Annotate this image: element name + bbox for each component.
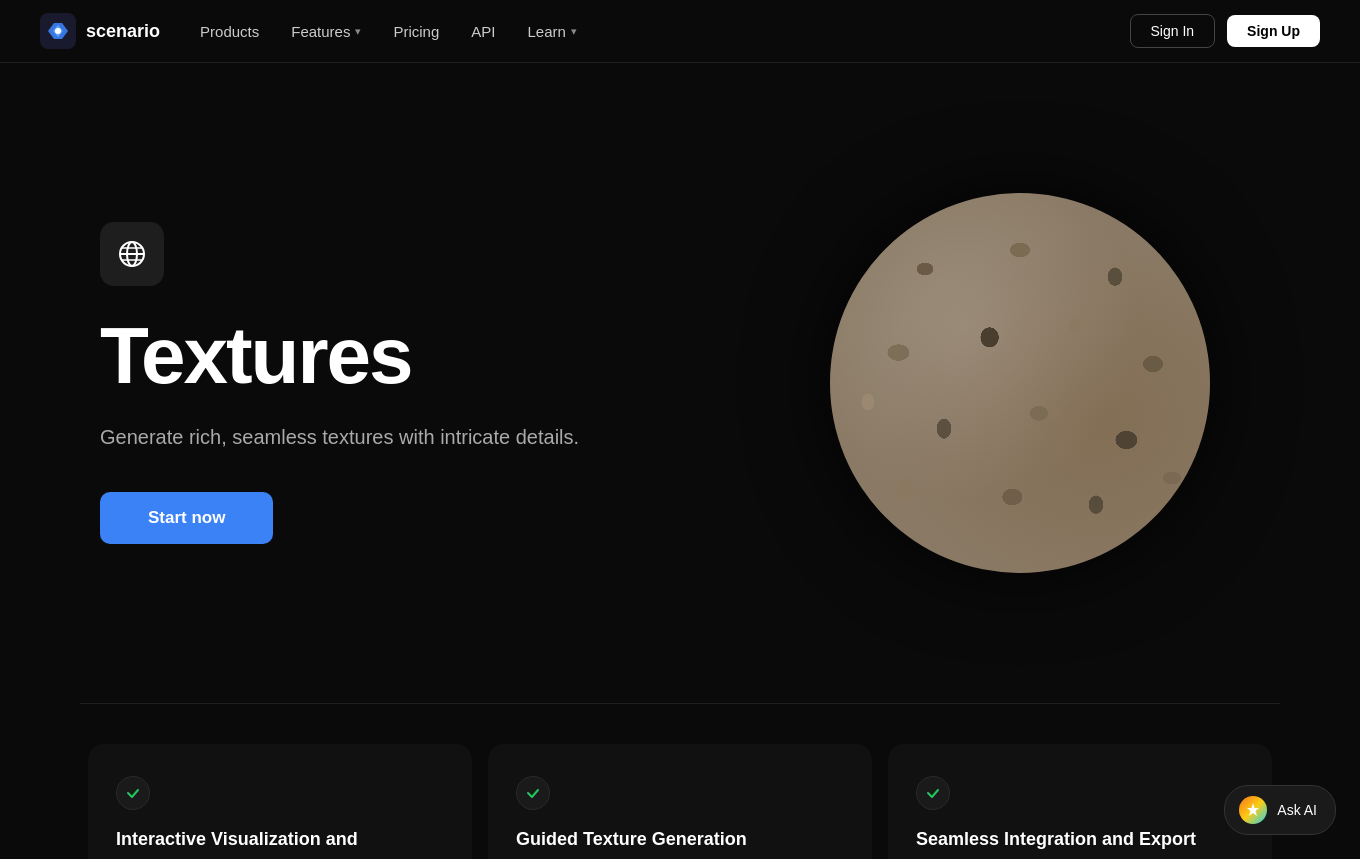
nav-api[interactable]: API <box>471 23 495 40</box>
svg-point-1 <box>55 28 61 34</box>
navbar: scenario Products Features ▾ Pricing API… <box>0 0 1360 63</box>
feature-title-3: Seamless Integration and Export <box>916 828 1244 851</box>
hero-right <box>780 143 1260 623</box>
globe-icon <box>116 238 148 270</box>
check-icon-3 <box>925 785 941 801</box>
feature-title-1: Interactive Visualization and <box>116 828 444 851</box>
check-badge-3 <box>916 776 950 810</box>
start-now-button[interactable]: Start now <box>100 492 273 544</box>
ask-ai-label: Ask AI <box>1277 802 1317 818</box>
hero-title: Textures <box>100 314 579 398</box>
feature-card-1: Interactive Visualization and <box>88 744 472 859</box>
features-row: Interactive Visualization and Guided Tex… <box>0 704 1360 859</box>
nav-left: scenario Products Features ▾ Pricing API… <box>40 13 577 49</box>
nav-features[interactable]: Features ▾ <box>291 23 361 40</box>
features-chevron-icon: ▾ <box>355 25 361 38</box>
texture-sphere <box>830 193 1210 573</box>
check-badge-1 <box>116 776 150 810</box>
check-icon-1 <box>125 785 141 801</box>
brand-name: scenario <box>86 21 160 42</box>
nav-pricing[interactable]: Pricing <box>393 23 439 40</box>
sphere-texture-visual <box>830 193 1210 573</box>
nav-learn[interactable]: Learn ▾ <box>528 23 577 40</box>
nav-right: Sign In Sign Up <box>1130 14 1320 48</box>
ask-ai-icon <box>1239 796 1267 824</box>
scenario-logo-icon <box>40 13 76 49</box>
feature-card-3: Seamless Integration and Export <box>888 744 1272 859</box>
nav-products[interactable]: Products <box>200 23 259 40</box>
check-badge-2 <box>516 776 550 810</box>
sign-up-button[interactable]: Sign Up <box>1227 15 1320 47</box>
hero-left: Textures Generate rich, seamless texture… <box>100 222 579 544</box>
check-icon-2 <box>525 785 541 801</box>
hero-section: Textures Generate rich, seamless texture… <box>0 63 1360 703</box>
ai-sparkle-icon <box>1244 801 1262 819</box>
ask-ai-button[interactable]: Ask AI <box>1224 785 1336 835</box>
feature-title-2: Guided Texture Generation <box>516 828 844 851</box>
hero-subtitle: Generate rich, seamless textures with in… <box>100 422 579 452</box>
feature-card-2: Guided Texture Generation <box>488 744 872 859</box>
sign-in-button[interactable]: Sign In <box>1130 14 1216 48</box>
learn-chevron-icon: ▾ <box>571 25 577 38</box>
hero-icon-box <box>100 222 164 286</box>
logo[interactable]: scenario <box>40 13 160 49</box>
nav-links: Products Features ▾ Pricing API Learn ▾ <box>200 23 577 40</box>
